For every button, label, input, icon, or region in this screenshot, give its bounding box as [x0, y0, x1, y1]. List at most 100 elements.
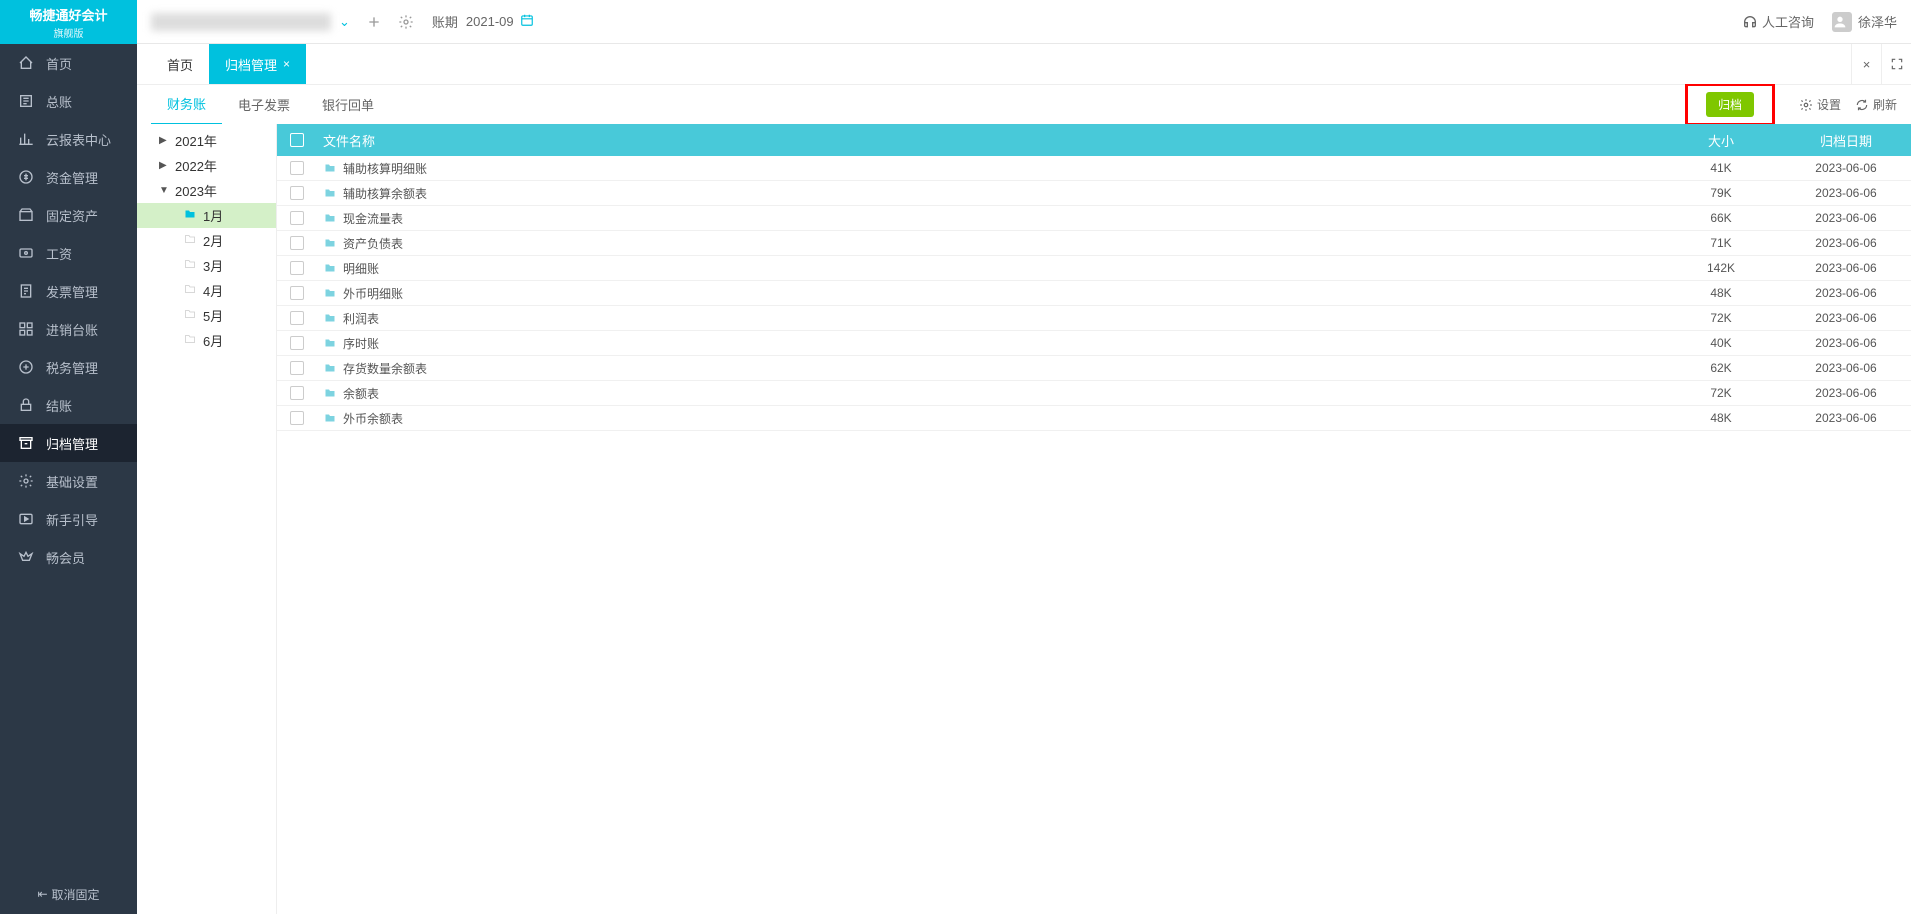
row-checkbox[interactable]: [290, 261, 304, 275]
row-check: [277, 386, 317, 400]
row-name: 现金流量表: [317, 210, 1661, 227]
table-row[interactable]: 明细账142K2023-06-06: [277, 256, 1911, 281]
row-checkbox[interactable]: [290, 386, 304, 400]
sidebar-unpin[interactable]: ⇤ 取消固定: [0, 874, 137, 914]
file-icon: [323, 287, 337, 299]
nav-tax[interactable]: 税务管理: [0, 348, 137, 386]
nav-salary[interactable]: 工资: [0, 234, 137, 272]
row-check: [277, 161, 317, 175]
row-checkbox[interactable]: [290, 236, 304, 250]
nav-archive[interactable]: 归档管理: [0, 424, 137, 462]
row-checkbox[interactable]: [290, 361, 304, 375]
play-icon: [18, 511, 34, 527]
nav-invoice[interactable]: 发票管理: [0, 272, 137, 310]
row-checkbox[interactable]: [290, 161, 304, 175]
gear-icon[interactable]: [398, 14, 414, 30]
tree-month-6[interactable]: 6月: [137, 328, 276, 353]
row-name: 辅助核算明细账: [317, 160, 1661, 177]
row-size: 79K: [1661, 186, 1781, 200]
table-row[interactable]: 辅助核算明细账41K2023-06-06: [277, 156, 1911, 181]
row-date: 2023-06-06: [1781, 336, 1911, 350]
close-icon[interactable]: ×: [283, 57, 290, 71]
add-icon[interactable]: [366, 14, 382, 30]
headset-icon: [1742, 14, 1758, 30]
table-row[interactable]: 序时账40K2023-06-06: [277, 331, 1911, 356]
close-tab-button[interactable]: ×: [1851, 44, 1881, 84]
row-date: 2023-06-06: [1781, 286, 1911, 300]
tree-month-4[interactable]: 4月: [137, 278, 276, 303]
file-icon: [323, 187, 337, 199]
tab-archive[interactable]: 归档管理×: [209, 44, 306, 84]
table-header: 文件名称 大小 归档日期: [277, 124, 1911, 156]
row-checkbox[interactable]: [290, 286, 304, 300]
table-row[interactable]: 余额表72K2023-06-06: [277, 381, 1911, 406]
table-row[interactable]: 辅助核算余额表79K2023-06-06: [277, 181, 1911, 206]
nav-guide[interactable]: 新手引导: [0, 500, 137, 538]
tree-year-2022[interactable]: ▶2022年: [137, 153, 276, 178]
nav-label: 基础设置: [46, 472, 98, 491]
table-row[interactable]: 现金流量表66K2023-06-06: [277, 206, 1911, 231]
tree-year-2023[interactable]: ▼2023年: [137, 178, 276, 203]
fullscreen-button[interactable]: [1881, 44, 1911, 84]
salary-icon: [18, 245, 34, 261]
file-icon: [323, 237, 337, 249]
tree-month-2[interactable]: 2月: [137, 228, 276, 253]
row-checkbox[interactable]: [290, 186, 304, 200]
row-checkbox[interactable]: [290, 211, 304, 225]
consult-link[interactable]: 人工咨询: [1742, 12, 1814, 31]
nav-label: 首页: [46, 54, 72, 73]
nav-settings[interactable]: 基础设置: [0, 462, 137, 500]
nav-funds[interactable]: 资金管理: [0, 158, 137, 196]
calendar-icon[interactable]: [520, 13, 534, 30]
nav-inventory[interactable]: 进销台账: [0, 310, 137, 348]
nav-label: 资金管理: [46, 168, 98, 187]
chart-icon: [18, 131, 34, 147]
row-checkbox[interactable]: [290, 311, 304, 325]
tree-month-3[interactable]: 3月: [137, 253, 276, 278]
sidebar: 畅捷通好会计 旗舰版 首页 总账 云报表中心 资金管理 固定资产 工资 发票管理…: [0, 0, 137, 914]
nav-close[interactable]: 结账: [0, 386, 137, 424]
nav-home[interactable]: 首页: [0, 44, 137, 82]
row-check: [277, 236, 317, 250]
subtab-einvoice[interactable]: 电子发票: [222, 85, 306, 125]
row-size: 72K: [1661, 386, 1781, 400]
table-row[interactable]: 外币明细账48K2023-06-06: [277, 281, 1911, 306]
tab-label: 首页: [167, 55, 193, 74]
row-check: [277, 286, 317, 300]
row-date: 2023-06-06: [1781, 386, 1911, 400]
company-select[interactable]: ⌄: [151, 13, 350, 31]
tabbar-right: ×: [1851, 44, 1911, 84]
tree-year-2021[interactable]: ▶2021年: [137, 128, 276, 153]
row-checkbox[interactable]: [290, 411, 304, 425]
nav-reports[interactable]: 云报表中心: [0, 120, 137, 158]
file-name-label: 序时账: [343, 335, 379, 352]
table-row[interactable]: 资产负债表71K2023-06-06: [277, 231, 1911, 256]
tab-home[interactable]: 首页: [151, 44, 209, 84]
nav-member[interactable]: 畅会员: [0, 538, 137, 576]
tree-month-1[interactable]: 1月: [137, 203, 276, 228]
settings-action[interactable]: 设置: [1799, 96, 1841, 113]
nav-ledger[interactable]: 总账: [0, 82, 137, 120]
top-header: ⌄ 账期 2021-09 人工咨询 徐泽华: [137, 0, 1911, 44]
table-row[interactable]: 外币余额表48K2023-06-06: [277, 406, 1911, 431]
tree-month-5[interactable]: 5月: [137, 303, 276, 328]
row-checkbox[interactable]: [290, 336, 304, 350]
period-value[interactable]: 2021-09: [466, 14, 514, 29]
table-row[interactable]: 利润表72K2023-06-06: [277, 306, 1911, 331]
table-row[interactable]: 存货数量余额表62K2023-06-06: [277, 356, 1911, 381]
ledger-icon: [18, 93, 34, 109]
subtab-finance[interactable]: 财务账: [151, 85, 222, 125]
file-name-label: 资产负债表: [343, 235, 403, 252]
gear-icon: [18, 473, 34, 489]
row-check: [277, 311, 317, 325]
month-label: 5月: [203, 306, 223, 325]
select-all-checkbox[interactable]: [290, 133, 304, 147]
user-menu[interactable]: 徐泽华: [1832, 12, 1897, 32]
row-name: 存货数量余额表: [317, 360, 1661, 377]
archive-button[interactable]: 归档: [1706, 92, 1754, 117]
subtab-bankreceipt[interactable]: 银行回单: [306, 85, 390, 125]
nav-label: 税务管理: [46, 358, 98, 377]
brand-logo[interactable]: 畅捷通好会计 旗舰版: [0, 0, 137, 44]
nav-assets[interactable]: 固定资产: [0, 196, 137, 234]
refresh-action[interactable]: 刷新: [1855, 96, 1897, 113]
